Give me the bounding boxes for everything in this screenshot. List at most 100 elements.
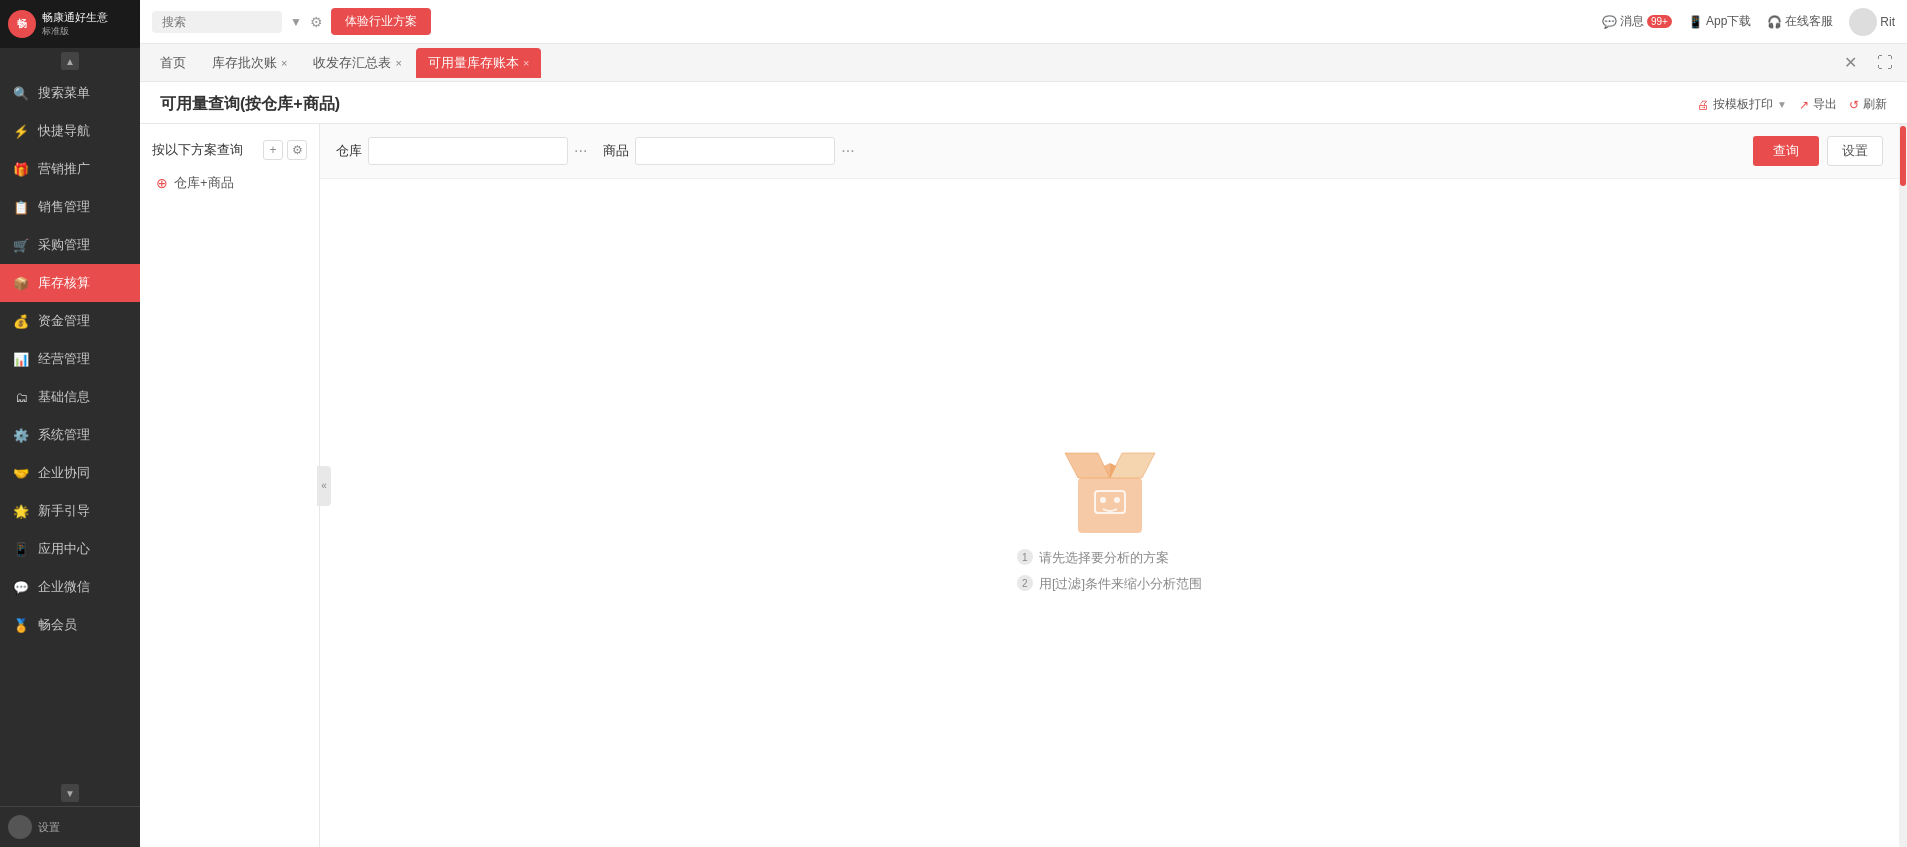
sidebar-icon-wechat: 💬 [12,578,30,596]
sidebar-icon-member: 🏅 [12,616,30,634]
sidebar-item-search[interactable]: 🔍搜索菜单 [0,74,140,112]
scrollbar-thumb[interactable] [1900,126,1906,186]
phone-icon: 📱 [1688,15,1703,29]
gear-icon[interactable]: ⚙ [310,14,323,30]
sidebar-icon-search: 🔍 [12,84,30,102]
sidebar-label-base: 基础信息 [38,388,90,406]
query-area: 仓库 ··· 商品 ··· 查询 设置 [320,124,1899,847]
sidebar-nav: 🔍搜索菜单⚡快捷导航 🎁 营销推广 📋销售管理🛒采购管理📦库存核算💰资金管理📊经营管理… [0,74,140,780]
tabs-right: ✕ ⛶ [1838,51,1899,74]
sidebar-icon-marketing: 🎁 [12,160,30,178]
sidebar-badge: 标准版 [42,25,108,38]
svg-marker-3 [1065,453,1110,478]
sidebar-item-operation[interactable]: 📊经营管理 [0,340,140,378]
sidebar-label-wechat: 企业微信 [38,578,90,596]
tab-summary[interactable]: 收发存汇总表 × [301,48,413,78]
goods-more-btn[interactable]: ··· [841,142,854,160]
sidebar-item-inventory[interactable]: 📦库存核算 [0,264,140,302]
sidebar-item-newbie[interactable]: 🌟新手引导 [0,492,140,530]
online-service-btn[interactable]: 🎧 在线客服 [1767,13,1833,30]
sidebar-item-appstore[interactable]: 📱 应用中心 [0,530,140,568]
filter-actions: + ⚙ [263,140,307,160]
sidebar-label-newbie: 新手引导 [38,502,90,520]
sidebar-label-marketing: 营销推广 [38,160,90,178]
tab-home[interactable]: 首页 [148,48,198,78]
export-btn[interactable]: ↗ 导出 [1799,96,1837,113]
sidebar-label-finance: 资金管理 [38,312,90,330]
sidebar-item-sales[interactable]: 📋销售管理 [0,188,140,226]
empty-step1: 1 请先选择要分析的方案 [1017,549,1202,567]
filter-item-warehouse-goods[interactable]: ⊕ 仓库+商品 [140,166,319,200]
settings-filter-btn[interactable]: ⚙ [287,140,307,160]
export-icon: ↗ [1799,98,1809,112]
trial-btn[interactable]: 体验行业方案 [331,8,431,35]
warehouse-field: 仓库 ··· [336,137,587,165]
sidebar-item-system[interactable]: ⚙️系统管理 [0,416,140,454]
sidebar-label-appstore: 应用中心 [38,540,90,558]
sidebar-item-wechat[interactable]: 💬 企业微信 [0,568,140,606]
right-scrollbar [1899,124,1907,847]
refresh-icon: ↺ [1849,98,1859,112]
sidebar-item-finance[interactable]: 💰资金管理 [0,302,140,340]
filter-header: 按以下方案查询 + ⚙ [140,134,319,166]
sidebar-item-enterprise[interactable]: 🤝企业协同 [0,454,140,492]
empty-illustration [1060,433,1160,533]
close-all-btn[interactable]: ✕ [1838,51,1863,74]
sidebar-icon-enterprise: 🤝 [12,464,30,482]
tab-available[interactable]: 可用量库存账本 × [416,48,541,78]
sidebar-label-purchase: 采购管理 [38,236,90,254]
tabs-bar: 首页库存批次账 × 收发存汇总表 × 可用量库存账本 × ✕ ⛶ [140,44,1907,82]
sidebar-item-marketing[interactable]: 🎁 营销推广 [0,150,140,188]
svg-point-7 [1114,497,1120,503]
sidebar-label-shortcut: 快捷导航 [38,122,90,140]
warehouse-more-btn[interactable]: ··· [574,142,587,160]
sidebar-title: 畅康通好生意 [42,10,108,24]
page-actions: 🖨 按模板打印 ▼ ↗ 导出 ↺ 刷新 [1697,96,1887,113]
sidebar-item-purchase[interactable]: 🛒采购管理 [0,226,140,264]
headset-icon: 🎧 [1767,15,1782,29]
tab-label-available: 可用量库存账本 [428,54,519,72]
message-badge: 99+ [1647,15,1672,28]
sidebar-label-system: 系统管理 [38,426,90,444]
chevron-print-icon[interactable]: ▼ [1777,99,1787,110]
message-btn[interactable]: 💬 消息 99+ [1602,13,1672,30]
sidebar-footer: 设置 [0,806,140,847]
print-btn[interactable]: 🖨 按模板打印 ▼ [1697,96,1787,113]
tab-close-batch[interactable]: × [281,57,287,69]
add-filter-btn[interactable]: + [263,140,283,160]
svg-point-6 [1100,497,1106,503]
sidebar-item-member[interactable]: 🏅 畅会员 [0,606,140,644]
tab-close-summary[interactable]: × [395,57,401,69]
sidebar-icon-appstore: 📱 [12,540,30,558]
tab-batch[interactable]: 库存批次账 × [200,48,299,78]
sidebar-logo: 畅 [8,10,36,38]
sidebar-label-member: 畅会员 [38,616,77,634]
sidebar-scroll-down[interactable]: ▼ [61,784,79,802]
sidebar-item-shortcut[interactable]: ⚡快捷导航 [0,112,140,150]
chevron-down-icon[interactable]: ▼ [290,15,302,29]
empty-step2: 2 用[过滤]条件来缩小分析范围 [1017,575,1202,593]
sidebar-scroll-up[interactable]: ▲ [61,52,79,70]
query-btn[interactable]: 查询 [1753,136,1819,166]
message-icon: 💬 [1602,15,1617,29]
user-avatar[interactable]: Rit [1849,8,1895,36]
tab-label-summary: 收发存汇总表 [313,54,391,72]
refresh-btn[interactable]: ↺ 刷新 [1849,96,1887,113]
goods-input[interactable] [635,137,835,165]
tab-close-available[interactable]: × [523,57,529,69]
empty-state: 1 请先选择要分析的方案 2 用[过滤]条件来缩小分析范围 [320,179,1899,847]
svg-rect-0 [1078,478,1142,533]
app-download-btn[interactable]: 📱 App下载 [1688,13,1751,30]
search-input[interactable] [152,11,282,33]
tab-label-batch: 库存批次账 [212,54,277,72]
collapse-filter-btn[interactable]: « [317,466,331,506]
sidebar-item-base[interactable]: 🗂 基础信息 [0,378,140,416]
sidebar-icon-inventory: 📦 [12,274,30,292]
warehouse-input[interactable] [368,137,568,165]
filter-panel: 按以下方案查询 + ⚙ ⊕ 仓库+商品 « [140,124,320,847]
svg-marker-4 [1110,453,1155,478]
empty-text: 1 请先选择要分析的方案 2 用[过滤]条件来缩小分析范围 [1017,549,1202,593]
sidebar-icon-base: 🗂 [12,388,30,406]
query-settings-btn[interactable]: 设置 [1827,136,1883,166]
expand-btn[interactable]: ⛶ [1871,52,1899,74]
